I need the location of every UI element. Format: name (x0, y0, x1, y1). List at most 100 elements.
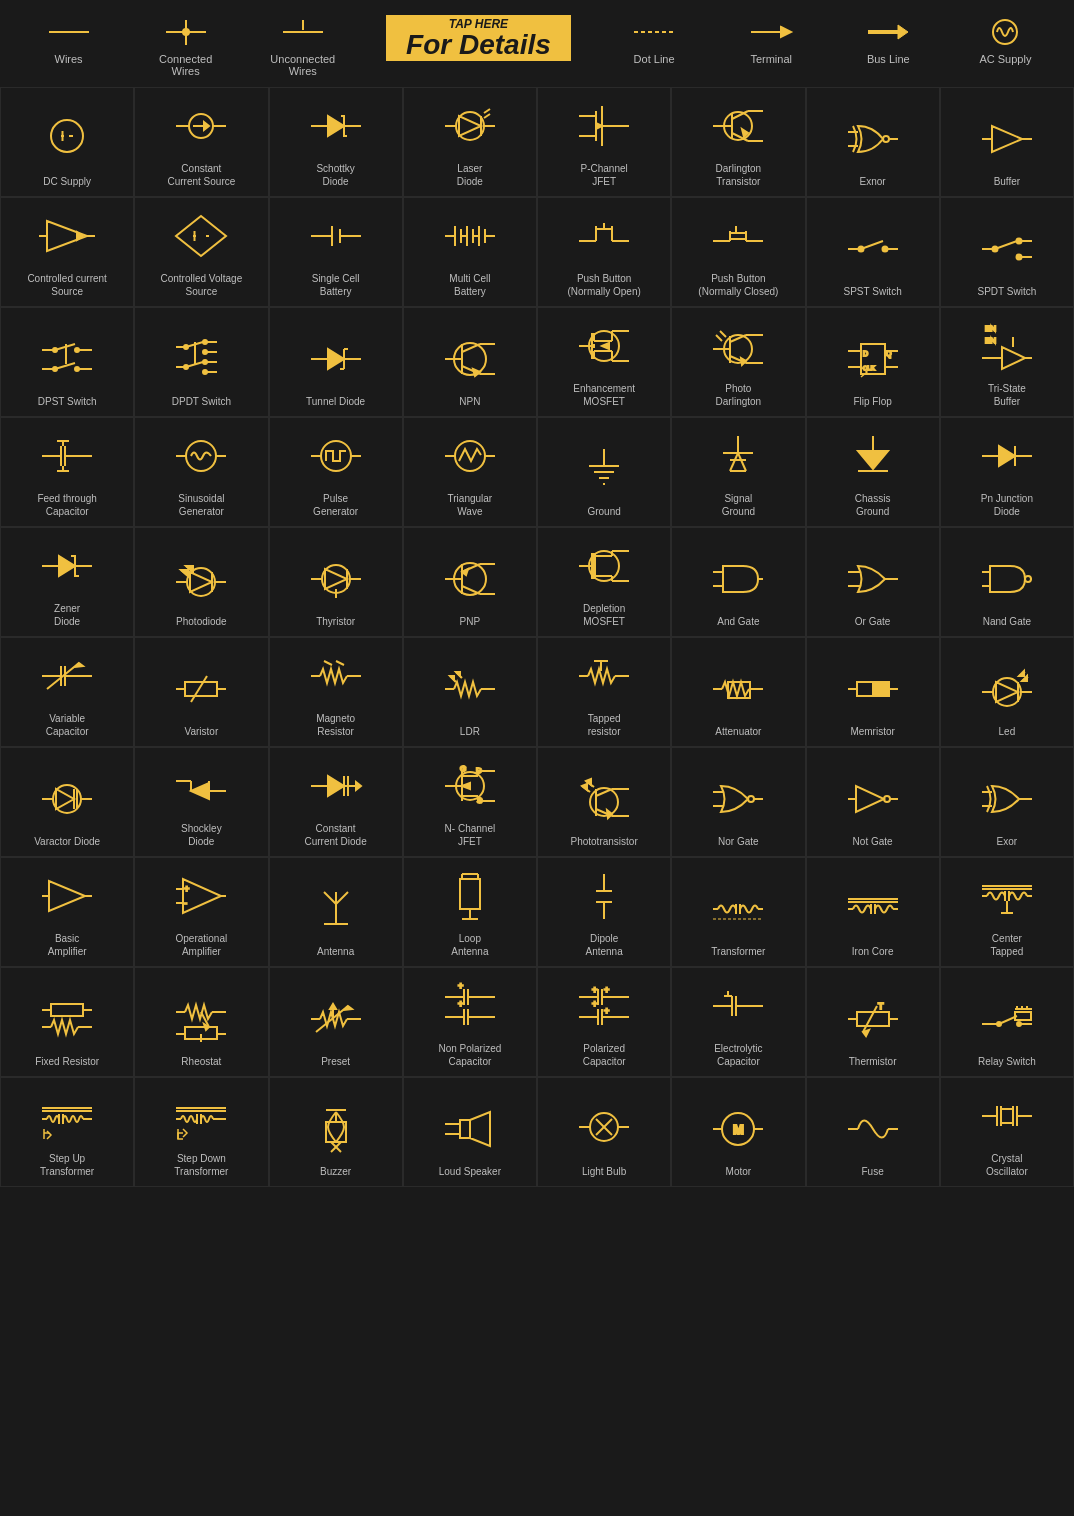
cell-enh-mosfet[interactable]: EnhancementMOSFET (537, 307, 671, 417)
tap-banner[interactable]: TAP HERE For Details (361, 15, 595, 77)
cell-chassis-ground[interactable]: ChassisGround (806, 417, 940, 527)
cell-thermistor[interactable]: T Thermistor (806, 967, 940, 1077)
cell-thyristor[interactable]: Thyristor (269, 527, 403, 637)
p-jfet-label: P-ChannelJFET (580, 162, 627, 188)
cell-fixed-res[interactable]: Fixed Resistor (0, 967, 134, 1077)
cell-ldr[interactable]: LDR (403, 637, 537, 747)
cell-nor-gate[interactable]: Nor Gate (671, 747, 805, 857)
cell-loop-antenna[interactable]: LoopAntenna (403, 857, 537, 967)
cell-sinus-gen[interactable]: SinusoidalGenerator (134, 417, 268, 527)
svg-marker-404 (330, 1004, 336, 1009)
svg-text:+: + (458, 981, 463, 991)
cell-spst[interactable]: SPST Switch (806, 197, 940, 307)
cell-attenuator[interactable]: Attenuator (671, 637, 805, 747)
rheostat-symbol (139, 989, 263, 1049)
tapped-res-symbol (542, 646, 666, 706)
cell-preset[interactable]: Preset (269, 967, 403, 1077)
cell-memristor[interactable]: Memristor (806, 637, 940, 747)
cell-npn[interactable]: NPN (403, 307, 537, 417)
cell-step-down[interactable]: Step DownTransformer (134, 1077, 268, 1187)
cell-p-jfet[interactable]: P-ChannelJFET (537, 87, 671, 197)
cell-n-jfet[interactable]: D S G N- ChannelJFET (403, 747, 537, 857)
cell-varistor[interactable]: Varistor (134, 637, 268, 747)
cell-iron-core[interactable]: Iron Core (806, 857, 940, 967)
cell-or-gate[interactable]: Or Gate (806, 527, 940, 637)
cell-antenna[interactable]: Antenna (269, 857, 403, 967)
cell-basic-amp[interactable]: BasicAmplifier (0, 857, 134, 967)
ctrl-current-label: Controlled currentSource (27, 272, 106, 298)
cell-tapped-res[interactable]: Tappedresistor (537, 637, 671, 747)
cell-fuse[interactable]: Fuse (806, 1077, 940, 1187)
cell-flip-flop[interactable]: D CLK Q Flip Flop (806, 307, 940, 417)
cell-pol-cap[interactable]: + + + + PolarizedCapacitor (537, 967, 671, 1077)
cell-dpdt[interactable]: DPDT Switch (134, 307, 268, 417)
cell-shockley[interactable]: ShockleyDiode (134, 747, 268, 857)
pb-nc-label: Push Button(Normally Closed) (698, 272, 778, 298)
svg-marker-160 (741, 358, 746, 365)
cell-pulse-gen[interactable]: PulseGenerator (269, 417, 403, 527)
cell-buzzer[interactable]: Buzzer (269, 1077, 403, 1187)
cell-tristate-buffer[interactable]: EN EN Tri-StateBuffer (940, 307, 1074, 417)
cell-tunnel-diode[interactable]: Tunnel Diode (269, 307, 403, 417)
terminal-symbol (746, 15, 796, 50)
svg-marker-470 (470, 1112, 490, 1146)
cell-feedthrough-cap[interactable]: Feed throughCapacitor (0, 417, 134, 527)
cell-relay[interactable]: Relay Switch (940, 967, 1074, 1077)
cell-exnor[interactable]: Exnor (806, 87, 940, 197)
cell-single-battery[interactable]: Single CellBattery (269, 197, 403, 307)
cell-pb-nc[interactable]: Push Button(Normally Closed) (671, 197, 805, 307)
cell-step-up[interactable]: Step UpTransformer (0, 1077, 134, 1187)
cell-pn-diode[interactable]: Pn JunctionDiode (940, 417, 1074, 527)
schottky-symbol (274, 96, 398, 156)
cell-led[interactable]: Led (940, 637, 1074, 747)
cell-multi-battery[interactable]: Multi CellBattery (403, 197, 537, 307)
cell-magneto-res[interactable]: MagnetoResistor (269, 637, 403, 747)
cell-phototrans[interactable]: Phototransistor (537, 747, 671, 857)
cell-const-curr-diode[interactable]: ConstantCurrent Diode (269, 747, 403, 857)
cell-ground[interactable]: Ground (537, 417, 671, 527)
cell-dpst[interactable]: DPST Switch (0, 307, 134, 417)
fuse-symbol (811, 1099, 935, 1159)
cell-pb-no[interactable]: Push Button(Normally Open) (537, 197, 671, 307)
cell-exor[interactable]: Exor (940, 747, 1074, 857)
cell-dc-supply[interactable]: DC Supply (0, 87, 134, 197)
cell-ctrl-current[interactable]: Controlled currentSource (0, 197, 134, 307)
cell-const-current[interactable]: ConstantCurrent Source (134, 87, 268, 197)
n-jfet-label: N- ChannelJFET (445, 822, 496, 848)
cell-photo-darlington[interactable]: PhotoDarlington (671, 307, 805, 417)
cell-darlington[interactable]: DarlingtonTransistor (671, 87, 805, 197)
cell-op-amp[interactable]: + - OperationalAmplifier (134, 857, 268, 967)
cell-photodiode[interactable]: Photodiode (134, 527, 268, 637)
cell-ctrl-voltage[interactable]: Controlled VoltageSource (134, 197, 268, 307)
tunnel-diode-label: Tunnel Diode (306, 395, 365, 408)
cell-zener[interactable]: ZenerDiode (0, 527, 134, 637)
cell-not-gate[interactable]: Not Gate (806, 747, 940, 857)
svg-point-12 (51, 120, 83, 152)
cell-motor[interactable]: M Motor (671, 1077, 805, 1187)
cell-non-pol-cap[interactable]: + + Non PolarizedCapacitor (403, 967, 537, 1077)
cell-rheostat[interactable]: Rheostat (134, 967, 268, 1077)
cell-laser-diode[interactable]: LaserDiode (403, 87, 537, 197)
cell-speaker[interactable]: Loud Speaker (403, 1077, 537, 1187)
cell-center-tapped[interactable]: CenterTapped (940, 857, 1074, 967)
cell-dep-mosfet[interactable]: DepletionMOSFET (537, 527, 671, 637)
cell-and-gate[interactable]: And Gate (671, 527, 805, 637)
cell-light-bulb[interactable]: Light Bulb (537, 1077, 671, 1187)
cell-pnp[interactable]: PNP (403, 527, 537, 637)
cell-tri-wave[interactable]: TriangularWave (403, 417, 537, 527)
cell-spdt[interactable]: SPDT Switch (940, 197, 1074, 307)
acsupply-symbol (980, 15, 1030, 50)
buffer-label: Buffer (994, 175, 1021, 188)
cell-crystal[interactable]: CrystalOscillator (940, 1077, 1074, 1187)
cell-nand-gate[interactable]: Nand Gate (940, 527, 1074, 637)
cell-dipole-antenna[interactable]: DipoleAntenna (537, 857, 671, 967)
cell-buffer[interactable]: Buffer (940, 87, 1074, 197)
svg-marker-439 (863, 1030, 869, 1036)
dotline-symbol (629, 15, 679, 50)
cell-signal-ground[interactable]: SignalGround (671, 417, 805, 527)
cell-var-cap[interactable]: VariableCapacitor (0, 637, 134, 747)
cell-transformer[interactable]: Transformer (671, 857, 805, 967)
cell-schottky[interactable]: SchottkyDiode (269, 87, 403, 197)
cell-varactor[interactable]: Varactor Diode (0, 747, 134, 857)
cell-electro-cap[interactable]: ElectrolyticCapacitor (671, 967, 805, 1077)
